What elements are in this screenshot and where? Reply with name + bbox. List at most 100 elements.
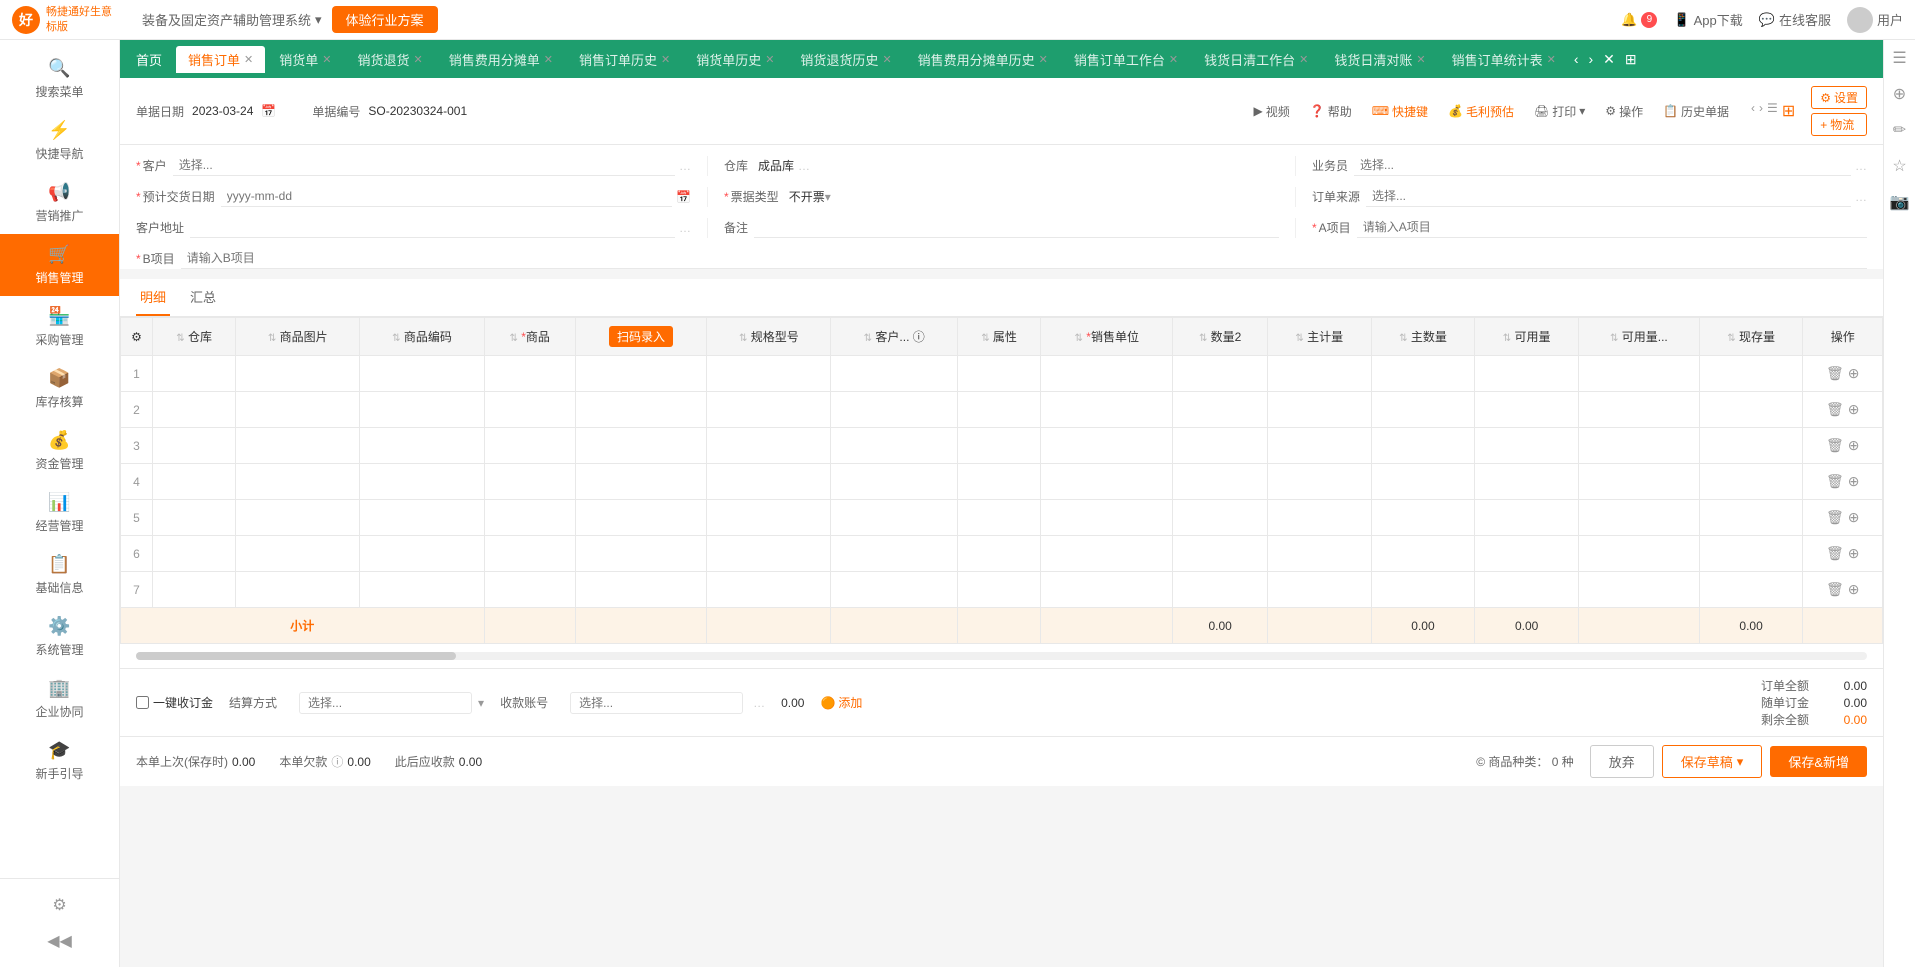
sales-order-tab-close[interactable]: ✕ [244,53,253,66]
row-4-available[interactable] [1475,464,1579,500]
scan-button[interactable]: 扫码录入 [609,326,673,347]
row-3-scan[interactable] [575,428,707,464]
tab-close-4[interactable]: ✕ [661,53,670,66]
col-sales-unit[interactable]: ⇅ *销售单位 [1041,318,1173,356]
one-click-checkbox[interactable] [136,696,149,709]
row-5-main-unit[interactable] [1267,500,1371,536]
tab-close-9[interactable]: ✕ [1299,53,1308,66]
detail-tab[interactable]: 明细 [136,279,170,316]
row-5-sales-unit[interactable] [1041,500,1173,536]
sort-product[interactable]: ⇅ [509,333,517,344]
sidebar-item-guide[interactable]: 🎓新手引导 [0,730,119,792]
row-5-current[interactable] [1699,500,1803,536]
sort-available[interactable]: ⇅ [1503,333,1511,344]
col-product-img[interactable]: ⇅ 商品图片 [236,318,360,356]
right-panel-icon-1[interactable]: ☰ [1892,48,1906,68]
row-6-main-qty[interactable] [1371,536,1475,572]
tab-close-6[interactable]: ✕ [882,53,891,66]
tab-home[interactable]: 首页 [124,46,174,73]
row-4-sales-unit[interactable] [1041,464,1173,500]
gear-icon[interactable]: ⚙ [131,330,142,344]
sidebar-item-inventory[interactable]: 📦库存核算 [0,358,119,420]
col-spec[interactable]: ⇅ 规格型号 [707,318,831,356]
row-4-attributes[interactable] [957,464,1040,500]
col-main-qty[interactable]: ⇅ 主数量 [1371,318,1475,356]
tab-sales-summary[interactable]: 销售订单统计表 ✕ [1440,46,1568,73]
row-2-main-qty[interactable] [1371,392,1475,428]
row-1-scan[interactable] [575,356,707,392]
row-7-current[interactable] [1699,572,1803,608]
row-3-main-unit[interactable] [1267,428,1371,464]
b-project-input[interactable] [181,248,1867,269]
delivery-date-input[interactable] [221,186,672,207]
print-btn[interactable]: 🖨 打印 ▾ [1528,101,1591,122]
salesperson-input[interactable] [1354,155,1851,176]
row-4-product[interactable] [484,464,575,500]
row-5-main-qty[interactable] [1371,500,1475,536]
right-panel-icon-3[interactable]: ✏ [1893,120,1906,140]
order-source-input[interactable] [1366,186,1851,207]
row-3-available[interactable] [1475,428,1579,464]
col-main-unit[interactable]: ⇅ 主计量 [1267,318,1371,356]
sidebar-item-search-menu[interactable]: 🔍搜索菜单 [0,48,119,110]
row-2-current[interactable] [1699,392,1803,428]
tab-order-ws[interactable]: 销售订单工作台 ✕ [1062,46,1190,73]
row-3-delete-btn[interactable]: 🗑 [1826,437,1844,454]
row-4-qty2[interactable] [1173,464,1268,500]
row-7-copy-btn[interactable]: ⊕ [1848,581,1860,598]
row-4-copy-btn[interactable]: ⊕ [1848,473,1860,490]
row-3-copy-btn[interactable]: ⊕ [1848,437,1860,454]
tab-close-7[interactable]: ✕ [1039,53,1048,66]
sidebar-item-sales-mgmt[interactable]: 🛒销售管理 [0,234,119,296]
col-product-code[interactable]: ⇅ 商品编码 [360,318,484,356]
row-2-available[interactable] [1475,392,1579,428]
row-7-available[interactable] [1475,572,1579,608]
row-2-warehouse[interactable] [153,392,236,428]
list-view-icon[interactable]: ☰ [1767,101,1778,121]
sort-warehouse[interactable]: ⇅ [176,333,184,344]
order-source-expand-icon[interactable]: … [1855,190,1867,204]
row-1-customer-code[interactable] [831,356,957,392]
row-1-qty2[interactable] [1173,356,1268,392]
row-6-product-code[interactable] [360,536,484,572]
row-4-warehouse[interactable] [153,464,236,500]
tab-sales-order[interactable]: 销售订单 ✕ [176,46,265,73]
row-5-scan[interactable] [575,500,707,536]
row-2-customer-code[interactable] [831,392,957,428]
operation-btn[interactable]: ⚙ 操作 [1599,101,1649,122]
row-6-sales-unit[interactable] [1041,536,1173,572]
row-7-scan[interactable] [575,572,707,608]
row-2-available2[interactable] [1579,392,1700,428]
row-5-qty2[interactable] [1173,500,1268,536]
row-5-product-code[interactable] [360,500,484,536]
nav-prev-icon[interactable]: ‹ [1751,101,1755,121]
right-panel-icon-4[interactable]: ☆ [1892,156,1906,176]
row-2-sales-unit[interactable] [1041,392,1173,428]
row-1-product-code[interactable] [360,356,484,392]
system-name[interactable]: 装备及固定资产辅助管理系统 ▾ [142,10,322,29]
col-product[interactable]: ⇅ *商品 [484,318,575,356]
account-expand-icon[interactable]: … [753,696,765,710]
col-customer-code[interactable]: ⇅ 客户... ⓘ [831,318,957,356]
col-qty2[interactable]: ⇅ 数量2 [1173,318,1268,356]
tab-close-3[interactable]: ✕ [544,53,553,66]
tab-sales-refund[interactable]: 销货退货 ✕ [345,46,434,73]
row-1-product-img[interactable] [236,356,360,392]
col-available[interactable]: ⇅ 可用量 [1475,318,1579,356]
row-3-qty2[interactable] [1173,428,1268,464]
col-current[interactable]: ⇅ 现存量 [1699,318,1803,356]
tab-cashflow-daily[interactable]: 钱货日清工作台 ✕ [1192,46,1320,73]
row-1-warehouse[interactable] [153,356,236,392]
help-btn[interactable]: ❓ 帮助 [1304,101,1358,122]
sidebar-item-marketing[interactable]: 📢营销推广 [0,172,119,234]
tab-return-hist[interactable]: 销货单历史 ✕ [684,46,786,73]
preview-btn[interactable]: ▶ 视频 [1247,101,1295,122]
right-panel-icon-5[interactable]: 📷 [1890,192,1910,212]
row-6-attributes[interactable] [957,536,1040,572]
sort-available2[interactable]: ⇅ [1610,333,1618,344]
sort-product-code[interactable]: ⇅ [392,333,400,344]
row-6-customer-code[interactable] [831,536,957,572]
settings-button[interactable]: ⚙ 设置 [1811,86,1867,109]
row-1-sales-unit[interactable] [1041,356,1173,392]
address-expand-icon[interactable]: … [679,221,691,235]
